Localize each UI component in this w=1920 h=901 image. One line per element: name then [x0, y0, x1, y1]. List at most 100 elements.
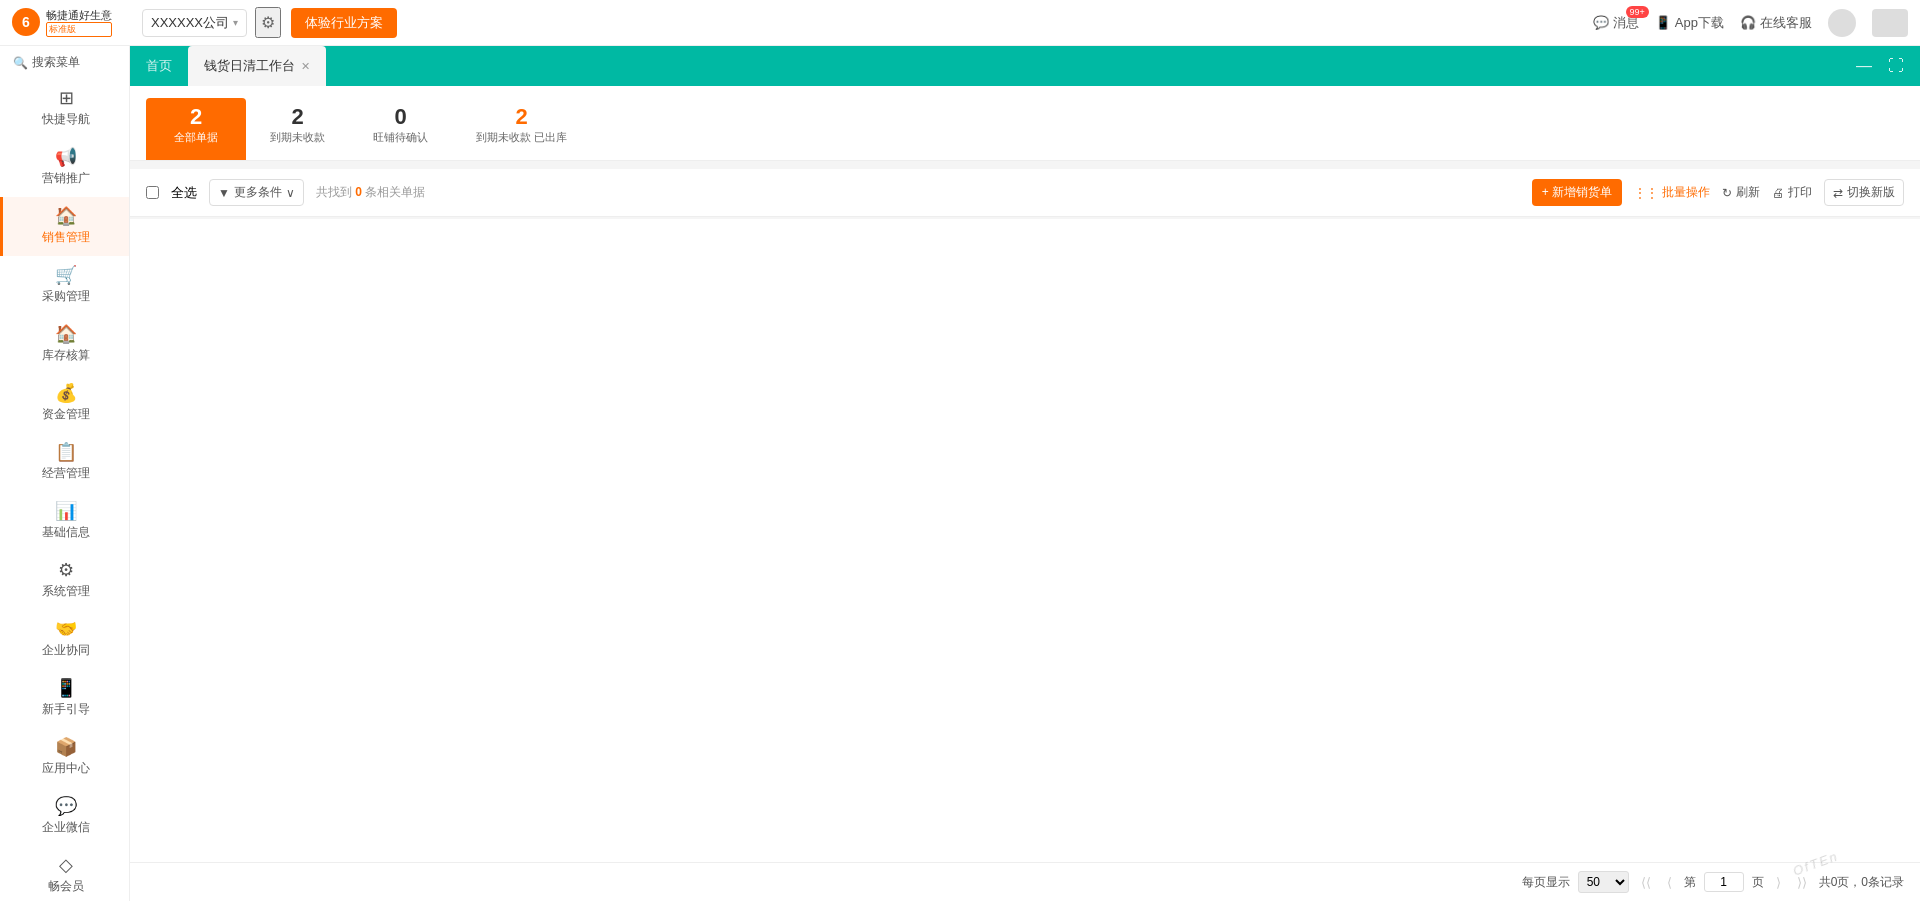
sidebar-label-quick-nav: 快捷导航: [42, 111, 90, 128]
stat-tab-shipped[interactable]: 2 到期未收款 已出库: [452, 98, 591, 160]
filter-button[interactable]: ▼ 更多条件 ∨: [209, 179, 304, 206]
pagination: 每页显示 50 10 20 100 ⟨⟨ ⟨ 第 页 ⟩ ⟩⟩ 共0页，0条记录: [130, 862, 1920, 901]
filter-chevron: ∨: [286, 186, 295, 200]
app-download-btn[interactable]: 📱 App下载: [1655, 14, 1724, 32]
marketing-icon: 📢: [55, 148, 77, 166]
tab-cashflow[interactable]: 钱货日清工作台 ✕: [188, 46, 326, 86]
next-page-btn[interactable]: ⟩: [1772, 873, 1785, 892]
sidebar-item-weixin[interactable]: 💬 企业微信: [0, 787, 129, 846]
inventory-icon: 🏠: [55, 325, 77, 343]
switch-label: 切换新版: [1847, 184, 1895, 201]
logo-area: 6 畅捷通好生意 标准版: [12, 8, 142, 37]
filter-label: 更多条件: [234, 184, 282, 201]
online-service-btn[interactable]: 🎧 在线客服: [1740, 14, 1812, 32]
user-name-area[interactable]: [1872, 9, 1908, 37]
top-header: 6 畅捷通好生意 标准版 XXXXXX公司 ▾ ⚙ 体验行业方案 💬 消息 99…: [0, 0, 1920, 46]
per-page-select[interactable]: 50 10 20 100: [1578, 871, 1629, 893]
switch-version-btn[interactable]: ⇄ 切换新版: [1824, 179, 1904, 206]
trial-button[interactable]: 体验行业方案: [291, 8, 397, 38]
operations-icon: 📋: [55, 443, 77, 461]
tab-minimize-btn[interactable]: —: [1852, 53, 1876, 79]
search-label: 搜索菜单: [32, 54, 80, 71]
found-text: 共找到 0 条相关单据: [316, 184, 425, 201]
notification-badge: 99+: [1626, 6, 1649, 18]
stats-tabs: 2 全部单据 2 到期未收款 0 旺铺待确认 2 到期未收款 已出库: [130, 86, 1920, 161]
sidebar-label-finance: 资金管理: [42, 406, 90, 423]
sidebar-label-marketing: 营销推广: [42, 170, 90, 187]
sidebar-label-basicinfo: 基础信息: [42, 524, 90, 541]
found-prefix: 共找到: [316, 185, 352, 199]
sidebar-item-newbie[interactable]: 📱 新手引导: [0, 669, 129, 728]
add-sales-btn[interactable]: + 新增销货单: [1532, 179, 1622, 206]
stat-tab-all[interactable]: 2 全部单据: [146, 98, 246, 160]
sidebar-item-cooperation[interactable]: 🤝 企业协同: [0, 610, 129, 669]
print-btn[interactable]: 🖨 打印: [1772, 184, 1812, 201]
sidebar-item-system[interactable]: ⚙ 系统管理: [0, 551, 129, 610]
company-name: XXXXXX公司: [151, 14, 229, 32]
newbie-icon: 📱: [55, 679, 77, 697]
sidebar-label-system: 系统管理: [42, 583, 90, 600]
sidebar-label-sales: 销售管理: [42, 229, 90, 246]
weixin-icon: 💬: [55, 797, 77, 815]
system-icon: ⚙: [58, 561, 74, 579]
stat-tab-pending[interactable]: 0 旺铺待确认: [349, 98, 452, 160]
tab-home-label: 首页: [146, 57, 172, 75]
quick-nav-icon: ⊞: [59, 89, 74, 107]
stat-label-all: 全部单据: [174, 130, 218, 145]
page-input[interactable]: [1704, 872, 1744, 892]
print-icon: 🖨: [1772, 186, 1784, 200]
sidebar-item-inventory[interactable]: 🏠 库存核算: [0, 315, 129, 374]
sidebar-item-operations[interactable]: 📋 经营管理: [0, 433, 129, 492]
first-page-btn[interactable]: ⟨⟨: [1637, 873, 1655, 892]
message-btn[interactable]: 💬 消息 99+: [1593, 14, 1639, 32]
basicinfo-icon: 📊: [55, 502, 77, 520]
filter-icon: ▼: [218, 186, 230, 200]
main-layout: 🔍 搜索菜单 ⊞ 快捷导航 📢 营销推广 🏠 销售管理 🛒 采购管理 🏠 库存核…: [0, 46, 1920, 901]
online-service-label: 在线客服: [1760, 14, 1812, 32]
tab-close-icon[interactable]: ✕: [301, 60, 310, 73]
sidebar-item-marketing[interactable]: 📢 营销推广: [0, 138, 129, 197]
page-label: 第: [1684, 874, 1696, 891]
tab-home[interactable]: 首页: [130, 46, 188, 86]
stat-num-pending: 0: [394, 106, 406, 128]
stat-label-overdue: 到期未收款: [270, 130, 325, 145]
sidebar-search[interactable]: 🔍 搜索菜单: [0, 46, 129, 79]
download-icon: 📱: [1655, 15, 1671, 30]
found-count: 0: [355, 185, 362, 199]
select-all-checkbox[interactable]: [146, 186, 159, 199]
refresh-label: 刷新: [1736, 184, 1760, 201]
stat-num-shipped: 2: [515, 106, 527, 128]
sidebar-item-basicinfo[interactable]: 📊 基础信息: [0, 492, 129, 551]
purchase-icon: 🛒: [55, 266, 77, 284]
sidebar-label-newbie: 新手引导: [42, 701, 90, 718]
sidebar-item-appcenter[interactable]: 📦 应用中心: [0, 728, 129, 787]
refresh-btn[interactable]: ↻ 刷新: [1722, 184, 1760, 201]
stat-tab-overdue[interactable]: 2 到期未收款: [246, 98, 349, 160]
message-icon: 💬: [1593, 15, 1609, 30]
chevron-down-icon: ▾: [233, 17, 238, 28]
avatar[interactable]: [1828, 9, 1856, 37]
tab-cashflow-label: 钱货日清工作台: [204, 57, 295, 75]
logo-icon: 6: [12, 8, 40, 36]
page-suffix: 页: [1752, 874, 1764, 891]
sidebar-item-purchase[interactable]: 🛒 采购管理: [0, 256, 129, 315]
logo-line2: 标准版: [46, 22, 112, 37]
tab-maximize-btn[interactable]: ⛶: [1884, 53, 1908, 79]
sidebar-item-member[interactable]: ◇ 畅会员: [0, 846, 129, 901]
print-label: 打印: [1788, 184, 1812, 201]
sidebar-item-finance[interactable]: 💰 资金管理: [0, 374, 129, 433]
switch-icon: ⇄: [1833, 186, 1843, 200]
sidebar: 🔍 搜索菜单 ⊞ 快捷导航 📢 营销推广 🏠 销售管理 🛒 采购管理 🏠 库存核…: [0, 46, 130, 901]
sidebar-label-cooperation: 企业协同: [42, 642, 90, 659]
batch-action-btn[interactable]: ⋮⋮ 批量操作: [1634, 184, 1710, 201]
logo-line1: 畅捷通好生意: [46, 8, 112, 22]
stat-label-shipped: 到期未收款 已出库: [476, 130, 567, 145]
settings-icon[interactable]: ⚙: [255, 7, 281, 38]
sidebar-label-appcenter: 应用中心: [42, 760, 90, 777]
sidebar-item-sales[interactable]: 🏠 销售管理: [0, 197, 129, 256]
company-selector[interactable]: XXXXXX公司 ▾: [142, 9, 247, 37]
prev-page-btn[interactable]: ⟨: [1663, 873, 1676, 892]
sidebar-item-quick-nav[interactable]: ⊞ 快捷导航: [0, 79, 129, 138]
last-page-btn[interactable]: ⟩⟩: [1793, 873, 1811, 892]
sales-icon: 🏠: [55, 207, 77, 225]
